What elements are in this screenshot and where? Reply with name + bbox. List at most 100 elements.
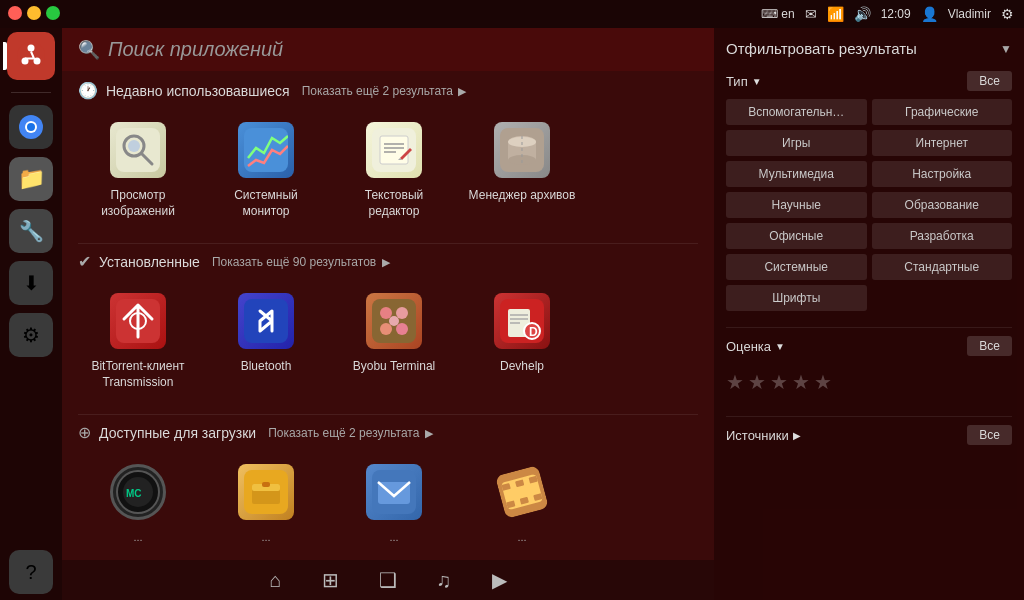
star-1[interactable]: ★ [726,370,744,394]
taskbar-files-button[interactable]: ❑ [375,564,401,596]
taskbar-home-button[interactable]: ⌂ [265,565,285,596]
list-item[interactable]: ... [334,454,454,550]
filter-btn-system[interactable]: Системные [726,254,867,280]
installed-icon: ✔ [78,252,91,271]
list-item[interactable]: MC ... [78,454,198,550]
launcher-help-icon[interactable]: ? [7,548,55,596]
svg-point-1 [28,45,35,52]
app-label: Bluetooth [241,359,292,375]
app-icon-sysmon [234,118,298,182]
taskbar-video-button[interactable]: ▶ [488,564,511,596]
filter-btn-internet[interactable]: Интернет [872,130,1013,156]
taskbar-music-button[interactable]: ♫ [433,565,456,596]
launcher-ubuntu-button[interactable] [7,32,55,80]
keyboard-indicator[interactable]: ⌨ en [761,7,795,21]
launcher-browser-icon[interactable] [7,103,55,151]
filter-panel: Отфильтровать результаты ▼ Тип ▼ Все Всп… [714,28,1024,600]
star-rating[interactable]: ★ ★ ★ ★ ★ [726,364,1012,400]
list-item[interactable]: Byobu Terminal [334,283,454,396]
svg-point-30 [396,323,408,335]
search-bar: 🔍 [62,28,714,71]
list-item[interactable]: Менеджер архивов [462,112,582,225]
filter-btn-fonts[interactable]: Шрифты [726,285,867,311]
launcher-settings-icon[interactable]: ⚙ [7,311,55,359]
available-app-grid: MC ... [78,454,698,550]
launcher-files-icon[interactable]: 📁 [7,155,55,203]
dash-taskbar: ⌂ ⊞ ❑ ♫ ▶ [62,560,714,600]
filter-btn-development[interactable]: Разработка [872,223,1013,249]
filter-sources-section: Источники ▶ Все [726,425,1012,445]
app-icon-texteditor [362,118,426,182]
app-label: ... [133,530,142,544]
app-label: Devhelp [500,359,544,375]
filter-sources-all-button[interactable]: Все [967,425,1012,445]
wifi-icon[interactable]: 📶 [827,6,844,22]
list-item[interactable]: Системный монитор [206,112,326,225]
installed-title: Установленные [99,254,200,270]
app-label: Просмотр изображений [84,188,192,219]
app-icon-torrent [106,289,170,353]
installed-show-more[interactable]: Показать ещё 90 результатов ▶ [212,255,390,269]
star-3[interactable]: ★ [770,370,788,394]
filter-title: Отфильтровать результаты ▼ [726,40,1012,57]
filter-sources-title[interactable]: Источники ▶ [726,428,801,443]
star-2[interactable]: ★ [748,370,766,394]
app-label: ... [389,530,398,544]
dash-content: 🕐 Недавно использовавшиеся Показать ещё … [62,71,714,560]
list-item[interactable]: BitTorrent-клиент Transmission [78,283,198,396]
taskbar-apps-button[interactable]: ⊞ [318,564,343,596]
list-item[interactable]: D Devhelp [462,283,582,396]
app-icon-film [490,460,554,524]
filter-btn-science[interactable]: Научные [726,192,867,218]
mail-icon[interactable]: ✉ [805,6,817,22]
launcher-apps-icon[interactable]: 🔧 [7,207,55,255]
section-divider [78,243,698,244]
recent-show-more[interactable]: Показать ещё 2 результата ▶ [302,84,467,98]
list-item[interactable]: Bluetooth [206,283,326,396]
list-item[interactable]: Просмотр изображений [78,112,198,225]
available-title: Доступные для загрузки [99,425,256,441]
star-5[interactable]: ★ [814,370,832,394]
filter-btn-graphics[interactable]: Графические [872,99,1013,125]
app-icon-archiver [490,118,554,182]
available-icon: ⊕ [78,423,91,442]
filter-type-all-button[interactable]: Все [967,71,1012,91]
filter-btn-multimedia[interactable]: Мультимедиа [726,161,867,187]
volume-icon[interactable]: 🔊 [854,6,871,22]
settings-icon[interactable]: ⚙ [1001,6,1014,22]
available-show-more[interactable]: Показать ещё 2 результата ▶ [268,426,433,440]
list-item[interactable]: Текстовый редактор [334,112,454,225]
filter-type-buttons: Вспомогательн… Графические Игры Интернет… [726,99,1012,311]
list-item[interactable]: ... [206,454,326,550]
filter-dropdown-icon: ▼ [1000,42,1012,56]
svg-text:D: D [529,325,538,339]
search-input[interactable] [108,38,698,61]
filter-btn-games[interactable]: Игры [726,130,867,156]
filter-type-title[interactable]: Тип ▼ [726,74,762,89]
window-close-button[interactable] [8,6,22,20]
type-dropdown-icon: ▼ [752,76,762,87]
filter-type-section: Тип ▼ Все Вспомогательн… Графические Игр… [726,71,1012,311]
filter-btn-education[interactable]: Образование [872,192,1013,218]
svg-point-10 [128,140,140,152]
installed-app-grid: BitTorrent-клиент Transmission [78,283,698,396]
filter-btn-auxiliary[interactable]: Вспомогательн… [726,99,867,125]
filter-rating-all-button[interactable]: Все [967,336,1012,356]
filter-rating-title[interactable]: Оценка ▼ [726,339,785,354]
window-maximize-button[interactable] [46,6,60,20]
svg-point-29 [380,323,392,335]
window-minimize-button[interactable] [27,6,41,20]
filter-btn-settings[interactable]: Настройка [872,161,1013,187]
list-item[interactable]: ... [462,454,582,550]
filter-btn-office[interactable]: Офисные [726,223,867,249]
unity-launcher: 📁 🔧 ⬇ ⚙ ? [0,28,62,600]
app-label: ... [517,530,526,544]
app-label: Менеджер архивов [469,188,576,204]
username-label[interactable]: Vladimir [948,7,991,21]
rating-dropdown-icon: ▼ [775,341,785,352]
launcher-download-icon[interactable]: ⬇ [7,259,55,307]
launcher-divider [11,92,51,93]
filter-btn-standard[interactable]: Стандартные [872,254,1013,280]
star-4[interactable]: ★ [792,370,810,394]
svg-point-31 [389,316,399,326]
